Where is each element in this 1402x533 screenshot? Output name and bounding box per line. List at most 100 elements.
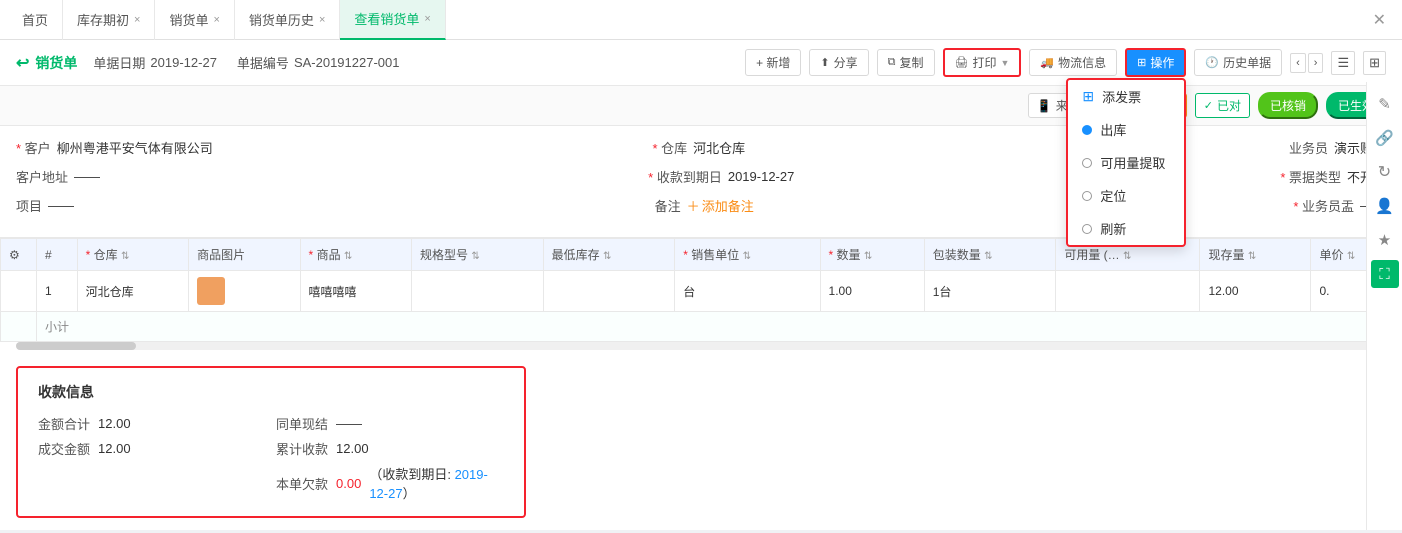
link-sidebar-icon[interactable]: 🔗	[1371, 124, 1399, 152]
no-label: 单据编号	[237, 53, 289, 72]
table-header-row: ⚙ # 仓库 ⇅ 商品图片 商品 ⇅ 规格型号 ⇅ 最低库存 ⇅ 销售单位 ⇅ …	[1, 239, 1402, 271]
doc-type-label: 销货单	[35, 53, 77, 73]
operate-button-label: 操作	[1150, 54, 1174, 71]
cumulative-value: 12.00	[336, 441, 369, 456]
total-value: 12.00	[98, 416, 131, 431]
next-button[interactable]: ›	[1308, 53, 1324, 73]
cell-img	[189, 271, 300, 312]
doc-title: ↩ 销货单	[16, 53, 77, 73]
cell-min-stock	[543, 271, 675, 312]
date-value: 2019-12-27	[150, 55, 217, 70]
data-table: ⚙ # 仓库 ⇅ 商品图片 商品 ⇅ 规格型号 ⇅ 最低库存 ⇅ 销售单位 ⇅ …	[0, 238, 1402, 342]
col-no-header: #	[37, 239, 78, 271]
addr-value: ——	[74, 169, 100, 184]
tab-bar: 首页 库存期初 × 销货单 × 销货单历史 × 查看销货单 × ✕	[0, 0, 1402, 40]
print-button-label: 打印	[972, 54, 996, 71]
customer-field: 客户 柳州粤港平安气体有限公司	[16, 138, 652, 157]
info-row-owed: 本单欠款 0.00 （收款到期日: 2019-12-27）	[276, 464, 504, 502]
total-label: 金额合计	[38, 414, 90, 433]
cell-available	[1056, 271, 1200, 312]
addr-label: 客户地址	[16, 167, 68, 186]
cell-product: 嘻嘻嘻嘻	[300, 271, 411, 312]
project-value: ——	[48, 198, 74, 213]
sec-toolbar: 📱 来自手机 未开票 ✓ 已对 已核销 已生效	[0, 86, 1402, 126]
history-button-label: 历史单据	[1223, 54, 1271, 71]
tab-sales-order-label: 销货单	[169, 10, 208, 29]
menu-item-refresh[interactable]: 刷新	[1068, 212, 1184, 245]
logistics-button-label: 物流信息	[1058, 54, 1106, 71]
info-row-total: 金额合计 12.00	[38, 414, 266, 433]
grid-view-button[interactable]: ⊞	[1363, 51, 1386, 75]
subtotal-label: 小计	[37, 312, 1402, 342]
cell-qty: 1.00	[820, 271, 924, 312]
col-pack-qty-header: 包装数量 ⇅	[924, 239, 1056, 271]
cancelled-status[interactable]: 已核销	[1258, 92, 1318, 119]
doc-meta: 单据日期 2019-12-27 单据编号 SA-20191227-001	[93, 53, 399, 72]
person-sidebar-icon[interactable]: 👤	[1371, 192, 1399, 220]
list-view-button[interactable]: ☰	[1331, 51, 1355, 75]
deal-amount-value: 12.00	[98, 441, 131, 456]
grid-icon: ⊞	[1082, 88, 1094, 105]
tab-view-sales-close[interactable]: ×	[424, 13, 430, 25]
right-sidebar: ✎ 🔗 ↻ 👤 ★ ⛶	[1366, 82, 1402, 530]
subtotal-gear	[1, 312, 37, 342]
owed-value: 0.00	[336, 476, 361, 491]
cell-warehouse: 河北仓库	[77, 271, 188, 312]
menu-item-locate-label: 定位	[1100, 186, 1126, 205]
table-wrapper: ⚙ # 仓库 ⇅ 商品图片 商品 ⇅ 规格型号 ⇅ 最低库存 ⇅ 销售单位 ⇅ …	[0, 238, 1402, 350]
radio-filled-icon	[1082, 125, 1092, 135]
menu-item-add-invoice-label: 添发票	[1102, 87, 1141, 106]
cell-sales-unit: 台	[675, 271, 820, 312]
warehouse-field: 仓库 河北仓库	[652, 138, 1288, 157]
copy-button[interactable]: ⧉ 复制	[877, 49, 935, 76]
share-button[interactable]: ⬆ 分享	[809, 49, 868, 76]
history-button[interactable]: 🕐 历史单据	[1194, 49, 1282, 76]
cancelled-label: 已核销	[1270, 99, 1306, 113]
menu-item-locate[interactable]: 定位	[1068, 179, 1184, 212]
add-button[interactable]: + 新增	[745, 49, 801, 76]
table-row: 1 河北仓库 嘻嘻嘻嘻 台 1.00 1台 12.00 0.	[1, 271, 1402, 312]
logistics-button[interactable]: 🚚 物流信息	[1029, 49, 1117, 76]
owed-label: 本单欠款	[276, 474, 328, 493]
warehouse-value: 河北仓库	[693, 138, 745, 157]
window-close-button[interactable]: ✕	[1365, 10, 1394, 30]
tab-inventory-init[interactable]: 库存期初 ×	[63, 0, 155, 40]
tab-sales-history[interactable]: 销货单历史 ×	[235, 0, 340, 40]
menu-item-available-qty[interactable]: 可用量提取	[1068, 146, 1184, 179]
date-label: 单据日期	[93, 53, 145, 72]
operate-dropdown: ⊞ 操作 ⊞ 添发票 出库 可用量提取	[1125, 48, 1186, 77]
edit-sidebar-icon[interactable]: ✎	[1371, 90, 1399, 118]
refresh-sidebar-icon[interactable]: ↻	[1371, 158, 1399, 186]
operate-button[interactable]: ⊞ 操作	[1125, 48, 1186, 77]
tab-home[interactable]: 首页	[8, 0, 63, 40]
tab-sales-order-close[interactable]: ×	[213, 14, 219, 26]
menu-item-add-invoice[interactable]: ⊞ 添发票	[1068, 80, 1184, 113]
radio-empty-icon-1	[1082, 158, 1092, 168]
tab-view-sales[interactable]: 查看销货单 ×	[340, 0, 445, 40]
add-remark-button[interactable]: ＋ 添加备注	[687, 196, 754, 215]
menu-item-available-qty-label: 可用量提取	[1100, 153, 1165, 172]
nav-arrows: ‹ ›	[1290, 53, 1323, 73]
expand-sidebar-icon[interactable]: ⛶	[1371, 260, 1399, 288]
prev-button[interactable]: ‹	[1290, 53, 1306, 73]
gear-icon[interactable]: ⚙	[9, 248, 20, 262]
tab-inventory-init-label: 库存期初	[77, 10, 129, 29]
cell-stock: 12.00	[1200, 271, 1311, 312]
horizontal-scrollbar[interactable]	[16, 342, 1386, 350]
info-row-same-settle: 同单现结 ——	[276, 414, 504, 433]
cell-pack-qty: 1台	[924, 271, 1056, 312]
verified-button[interactable]: ✓ 已对	[1195, 93, 1250, 118]
scroll-thumb[interactable]	[16, 342, 136, 350]
print-button[interactable]: 🖨 打印 ▼	[943, 48, 1022, 77]
menu-item-refresh-label: 刷新	[1100, 219, 1126, 238]
invoice-label: 票据类型	[1280, 167, 1341, 186]
add-button-label: + 新增	[756, 54, 790, 71]
bottom-info-box: 收款信息 金额合计 12.00 同单现结 —— 成交金额 12.00 累计收款 …	[16, 366, 526, 518]
tab-sales-order[interactable]: 销货单 ×	[155, 0, 234, 40]
star-sidebar-icon[interactable]: ★	[1371, 226, 1399, 254]
menu-item-outbound[interactable]: 出库	[1068, 113, 1184, 146]
addr-field: 客户地址 ——	[16, 167, 648, 186]
tab-inventory-init-close[interactable]: ×	[134, 14, 140, 26]
tab-sales-history-close[interactable]: ×	[319, 14, 325, 26]
remark-label: 备注	[655, 196, 681, 215]
